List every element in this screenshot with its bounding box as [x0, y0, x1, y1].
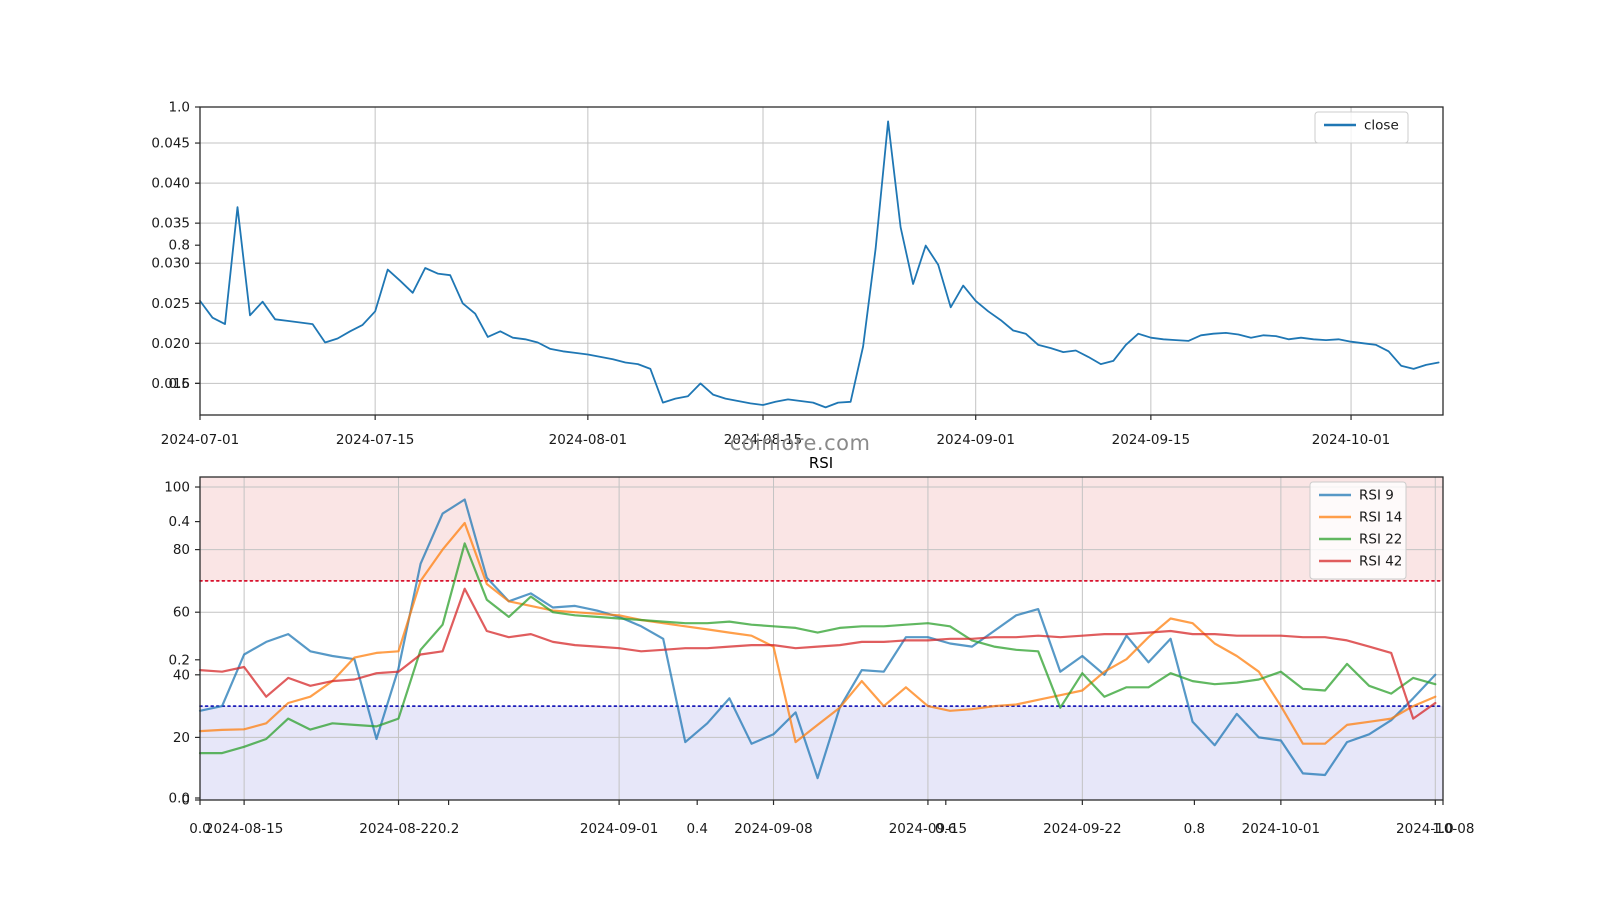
price-chart-legend: close — [1314, 111, 1409, 144]
x-tick-label: 2024-07-15 — [336, 432, 414, 448]
y-tick-label: 0.020 — [151, 336, 190, 352]
y-tick-label: 80 — [173, 542, 190, 558]
page: { "page": { "background": "#ffffff", "wa… — [0, 0, 1600, 900]
y-tick-label: 60 — [173, 605, 190, 621]
legend-label: RSI 22 — [1359, 532, 1402, 548]
price-chart: 2024-07-01 2024-07-15 2024-08-01 2024-08-15… — [151, 106, 1444, 448]
rsi-42-line — [198, 587, 1437, 720]
price-chart-spines — [199, 106, 1444, 416]
hidden-x-tick-label: 0.0 — [189, 821, 210, 837]
hidden-x-tick-label: 0.2 — [438, 821, 459, 837]
x-tick-label: 2024-09-15 — [1112, 432, 1190, 448]
y-tick-label: 0.035 — [151, 216, 190, 232]
x-tick-label: 2024-10-01 — [1242, 821, 1320, 837]
hidden-x-tick-label: 0.6 — [935, 821, 956, 837]
x-tick-label: 2024-08-22 — [359, 821, 437, 837]
hidden-x-tick-label: 0.8 — [1184, 821, 1205, 837]
y-tick-label: 0.045 — [151, 136, 190, 152]
x-tick-label: 2024-07-01 — [161, 432, 239, 448]
hidden-y-tick-label: 0.8 — [169, 238, 190, 254]
rsi-chart-oversold-band — [200, 706, 1443, 800]
x-tick-label: 2024-10-01 — [1312, 432, 1390, 448]
x-tick-label: 2024-08-01 — [549, 432, 627, 448]
y-tick-label: 0.040 — [151, 176, 190, 192]
rsi-chart-title: RSI — [808, 454, 834, 472]
x-tick-label: 2024-08-15 — [205, 821, 283, 837]
rsi-chart-legend: RSI 9 RSI 14 RSI 22 RSI 42 — [1309, 481, 1407, 580]
hidden-x-tick-label: 0.4 — [686, 821, 707, 837]
coinlore-watermark: coinlore.com — [729, 431, 871, 455]
legend-label: close — [1364, 118, 1399, 134]
x-tick-label: 2024-09-01 — [936, 432, 1014, 448]
hidden-x-tick-label: 1.0 — [1432, 821, 1453, 837]
y-tick-label: 100 — [164, 480, 190, 496]
hidden-y-tick-label: 0.0 — [169, 791, 190, 807]
rsi-chart: 2024-08-15 2024-08-22 2024-09-01 2024-09-08… — [164, 476, 1475, 837]
rsi-chart-overbought-band — [200, 477, 1443, 581]
legend-label: RSI 42 — [1359, 554, 1402, 570]
hidden-y-tick-label: 0.6 — [169, 376, 190, 392]
legend-label: RSI 14 — [1359, 510, 1402, 526]
hidden-y-tick-label: 0.4 — [169, 514, 190, 530]
x-tick-label: 2024-09-08 — [734, 821, 812, 837]
x-tick-label: 2024-09-01 — [580, 821, 658, 837]
hidden-y-tick-label: 0.2 — [169, 652, 190, 668]
y-tick-label: 0.030 — [151, 256, 190, 272]
y-tick-label: 0.025 — [151, 296, 190, 312]
close-line — [199, 120, 1440, 409]
y-tick-label: 40 — [173, 667, 190, 683]
legend-label: RSI 9 — [1359, 488, 1394, 504]
hidden-y-tick-label: 1.0 — [169, 100, 190, 116]
x-tick-label: 2024-09-22 — [1043, 821, 1121, 837]
y-tick-label: 20 — [173, 730, 190, 746]
